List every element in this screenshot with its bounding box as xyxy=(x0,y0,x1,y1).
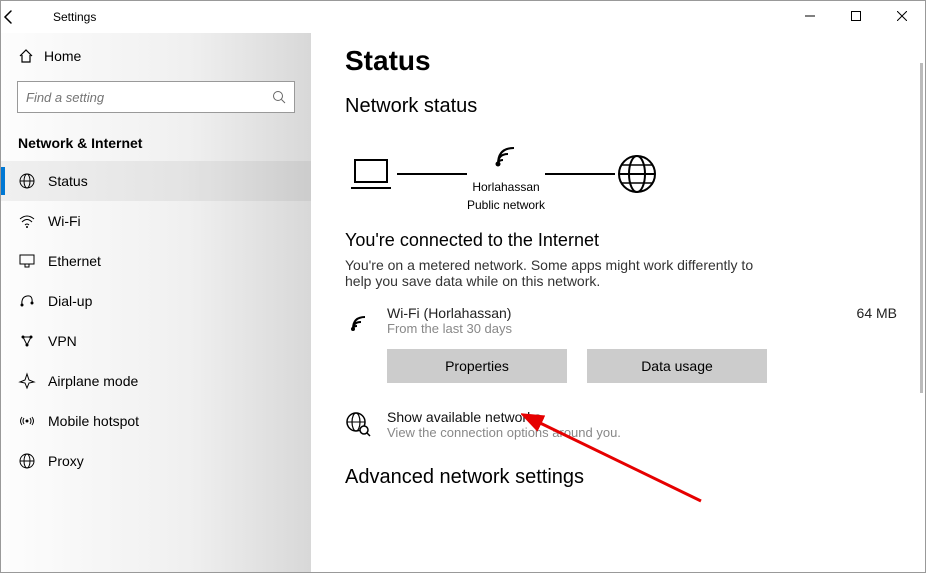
main-pane: Status Network status Horlahassan Public… xyxy=(311,33,925,572)
sidebar-item-label: Wi-Fi xyxy=(48,213,81,229)
status-icon xyxy=(18,172,48,190)
window-controls xyxy=(787,1,925,31)
sidebar-item-hotspot[interactable]: Mobile hotspot xyxy=(1,401,311,441)
section-title: Network status xyxy=(345,95,897,118)
laptop-icon xyxy=(345,154,397,194)
airplane-icon xyxy=(18,372,48,390)
globe-icon xyxy=(615,152,659,196)
sidebar-item-label: Mobile hotspot xyxy=(48,413,139,429)
data-usage-button[interactable]: Data usage xyxy=(587,349,767,383)
sidebar-item-label: Dial-up xyxy=(48,293,92,309)
proxy-icon xyxy=(18,452,48,470)
network-diagram: Horlahassan Public network xyxy=(345,136,897,212)
sidebar-item-proxy[interactable]: Proxy xyxy=(1,441,311,481)
connected-title: You're connected to the Internet xyxy=(345,230,897,251)
ethernet-icon xyxy=(18,252,48,270)
maximize-button[interactable] xyxy=(833,1,879,31)
diagram-type: Public network xyxy=(467,198,545,212)
scrollbar[interactable] xyxy=(920,63,923,393)
network-name: Wi-Fi (Horlahassan) xyxy=(387,305,857,321)
wifi-diagram-icon xyxy=(484,136,528,176)
network-row: Wi-Fi (Horlahassan) From the last 30 day… xyxy=(345,305,897,337)
sidebar-item-label: Proxy xyxy=(48,453,84,469)
sidebar-item-airplane[interactable]: Airplane mode xyxy=(1,361,311,401)
search-icon xyxy=(272,90,286,104)
home-label: Home xyxy=(44,48,81,64)
connected-desc: You're on a metered network. Some apps m… xyxy=(345,257,765,289)
close-button[interactable] xyxy=(879,1,925,31)
back-button[interactable] xyxy=(1,9,49,25)
sidebar-item-label: Airplane mode xyxy=(48,373,138,389)
category-header: Network & Internet xyxy=(1,125,311,161)
sidebar-item-dialup[interactable]: Dial-up xyxy=(1,281,311,321)
sidebar-item-label: Status xyxy=(48,173,88,189)
show-available-title: Show available networks xyxy=(387,409,621,425)
home-icon xyxy=(18,48,44,64)
hotspot-icon xyxy=(18,412,48,430)
globe-search-icon xyxy=(345,409,387,437)
network-sub: From the last 30 days xyxy=(387,321,857,336)
page-title: Status xyxy=(345,45,897,77)
dialup-icon xyxy=(18,292,48,310)
network-usage: 64 MB xyxy=(857,305,897,321)
sidebar: Home Network & Internet Status Wi-Fi Eth… xyxy=(1,33,311,572)
properties-button[interactable]: Properties xyxy=(387,349,567,383)
sidebar-item-status[interactable]: Status xyxy=(1,161,311,201)
vpn-icon xyxy=(18,332,48,350)
show-available-networks[interactable]: Show available networks View the connect… xyxy=(345,409,897,440)
sidebar-item-label: Ethernet xyxy=(48,253,101,269)
sidebar-item-vpn[interactable]: VPN xyxy=(1,321,311,361)
sidebar-item-label: VPN xyxy=(48,333,77,349)
home-nav[interactable]: Home xyxy=(1,37,311,75)
minimize-button[interactable] xyxy=(787,1,833,31)
window-title: Settings xyxy=(49,10,96,24)
show-available-sub: View the connection options around you. xyxy=(387,425,621,440)
sidebar-item-wifi[interactable]: Wi-Fi xyxy=(1,201,311,241)
advanced-title: Advanced network settings xyxy=(345,466,897,489)
diagram-ssid: Horlahassan xyxy=(472,180,539,194)
search-input[interactable] xyxy=(26,90,272,105)
wifi-icon xyxy=(345,305,387,337)
sidebar-item-ethernet[interactable]: Ethernet xyxy=(1,241,311,281)
search-box[interactable] xyxy=(17,81,295,113)
wifi-icon xyxy=(18,212,48,230)
